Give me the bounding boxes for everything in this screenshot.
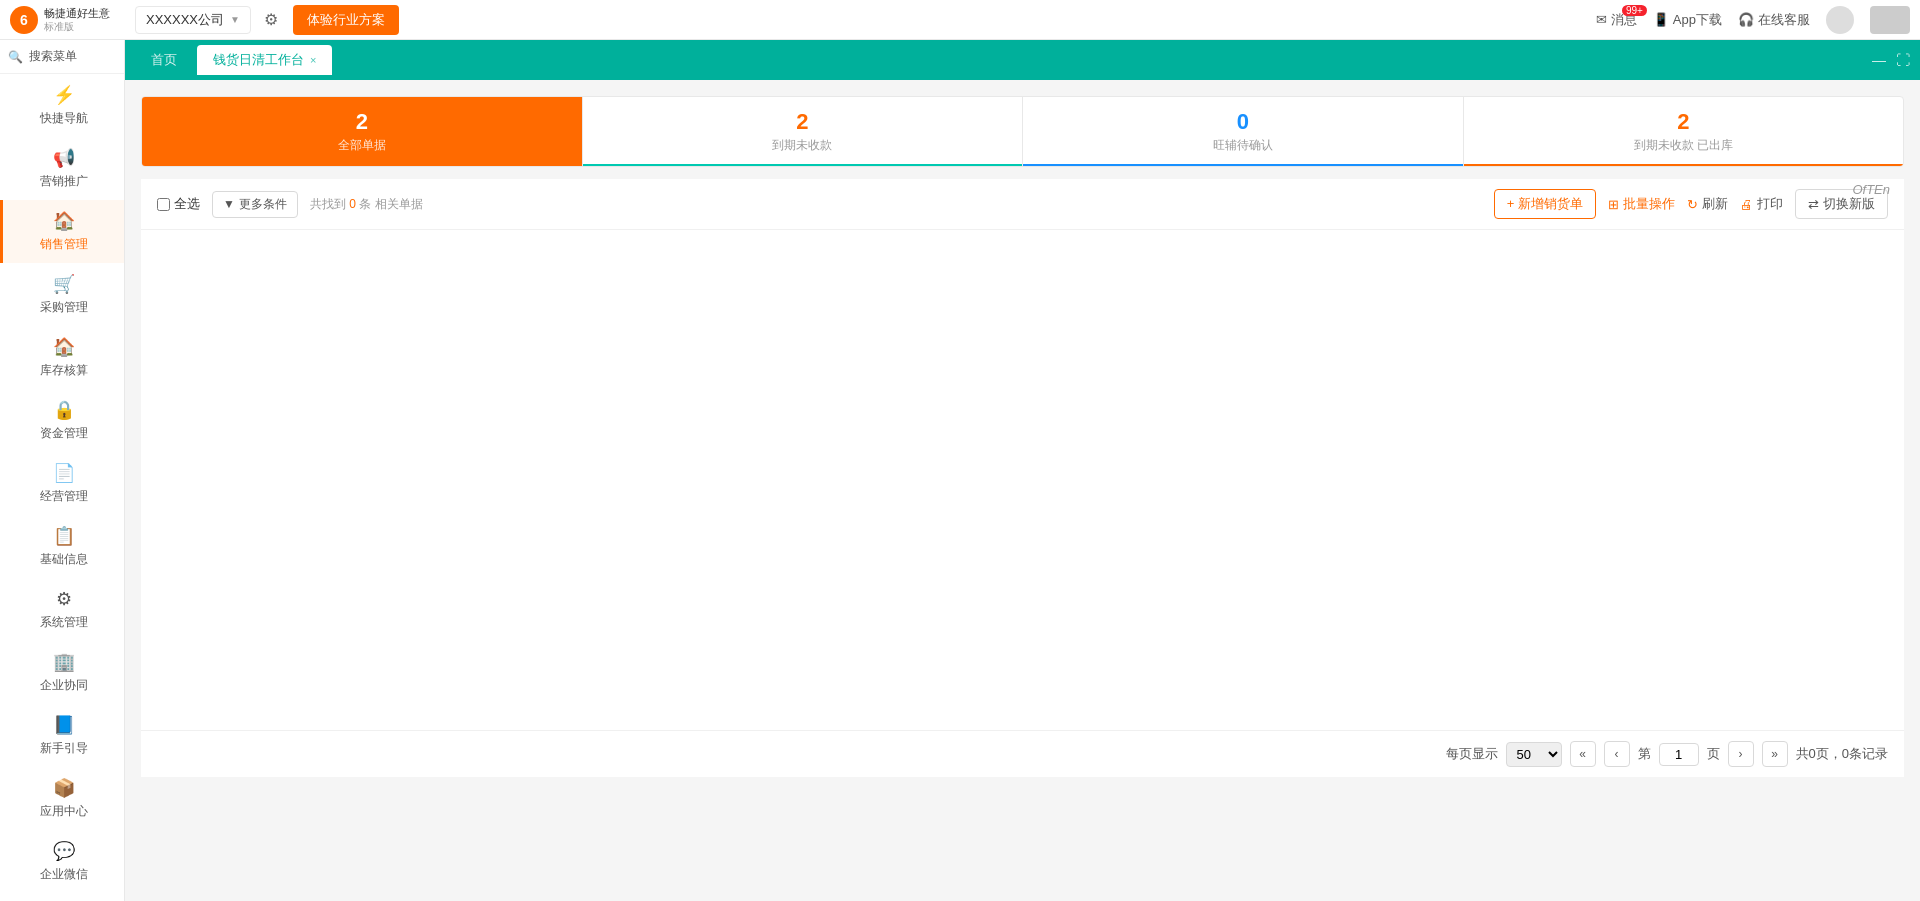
first-page-btn[interactable]: « xyxy=(1570,741,1596,767)
sidebar-item-app-center[interactable]: 📦 应用中心 xyxy=(0,767,124,830)
stat-tab-shipped[interactable]: 2 到期未收款 已出库 xyxy=(1464,97,1904,166)
company-name: XXXXXX公司 xyxy=(146,11,224,29)
sidebar-item-enterprise[interactable]: 🏢 企业协同 xyxy=(0,641,124,704)
total-info: 共0页，0条记录 xyxy=(1796,745,1888,763)
often-watermark: OfTEn xyxy=(1852,182,1890,197)
trial-button[interactable]: 体验行业方案 xyxy=(293,5,399,35)
last-page-btn[interactable]: » xyxy=(1762,741,1788,767)
page-label-suffix: 页 xyxy=(1707,745,1720,763)
download-icon: 📱 xyxy=(1653,12,1669,27)
page-number-input[interactable] xyxy=(1659,743,1699,766)
sidebar-item-inventory[interactable]: 🏠 库存核算 xyxy=(0,326,124,389)
checkbox-input[interactable] xyxy=(157,198,170,211)
avatar[interactable] xyxy=(1826,6,1854,34)
refresh-button[interactable]: ↻ 刷新 xyxy=(1687,195,1728,213)
refresh-icon: ↻ xyxy=(1687,197,1698,212)
toolbar-right: + 新增销货单 ⊞ 批量操作 ↻ 刷新 🖨 打印 ⇄ 切换新版 xyxy=(1494,189,1888,219)
avatar2[interactable] xyxy=(1870,6,1910,34)
stat-tab-overdue[interactable]: 2 到期未收款 xyxy=(583,97,1024,166)
company-selector[interactable]: XXXXXX公司 ▼ xyxy=(135,6,251,34)
print-button[interactable]: 🖨 打印 xyxy=(1740,195,1783,213)
tab-workbench[interactable]: 钱货日清工作台 × xyxy=(197,45,332,75)
tab-nav: 首页 钱货日清工作台 × — ⛶ xyxy=(125,40,1920,80)
sidebar-item-wechat[interactable]: 💬 企业微信 xyxy=(0,830,124,893)
system-icon: ⚙ xyxy=(56,588,72,610)
message-icon: ✉ xyxy=(1596,12,1607,27)
stat-tab-pending[interactable]: 0 旺辅待确认 xyxy=(1023,97,1464,166)
sidebar-item-member[interactable]: ▽ 畅会员 xyxy=(0,893,124,901)
message-btn[interactable]: ✉ 消息 99+ xyxy=(1596,11,1637,29)
print-icon: 🖨 xyxy=(1740,197,1753,212)
enterprise-icon: 🏢 xyxy=(53,651,75,673)
main-content: 首页 钱货日清工作台 × — ⛶ 2 全部单据 2 到期未收款 0 旺辅待确认 xyxy=(125,40,1920,901)
chevron-down-icon: ▼ xyxy=(230,14,240,25)
sales-icon: 🏠 xyxy=(53,210,75,232)
sidebar-item-operations[interactable]: 📄 经营管理 xyxy=(0,452,124,515)
wechat-icon: 💬 xyxy=(53,840,75,862)
lightning-icon: ⚡ xyxy=(53,84,75,106)
search-menu-item[interactable]: 🔍 搜索菜单 xyxy=(0,40,124,74)
page-size-label: 每页显示 xyxy=(1446,745,1498,763)
app-center-icon: 📦 xyxy=(53,777,75,799)
content-area: 2 全部单据 2 到期未收款 0 旺辅待确认 2 到期未收款 已出库 xyxy=(125,80,1920,901)
tab-nav-actions: — ⛶ xyxy=(1872,52,1910,68)
pagination: 每页显示 50 100 200 « ‹ 第 页 › » 共0页，0条记录 xyxy=(141,730,1904,777)
purchase-icon: 🛒 xyxy=(53,273,75,295)
sidebar-item-purchase[interactable]: 🛒 采购管理 xyxy=(0,263,124,326)
finance-icon: 🔒 xyxy=(53,399,75,421)
prev-page-btn[interactable]: ‹ xyxy=(1604,741,1630,767)
minimize-icon[interactable]: — xyxy=(1872,52,1886,68)
select-all-checkbox[interactable]: 全选 xyxy=(157,195,200,213)
marketing-icon: 📢 xyxy=(53,147,75,169)
toolbar: 全选 ▼ 更多条件 共找到 0 条 相关单据 + 新增销货单 ⊞ 批量操作 ↻ xyxy=(141,179,1904,230)
maximize-icon[interactable]: ⛶ xyxy=(1896,52,1910,68)
table-area xyxy=(141,230,1904,730)
close-tab-icon[interactable]: × xyxy=(310,54,316,66)
count-info: 共找到 0 条 相关单据 xyxy=(310,196,423,213)
new-sale-button[interactable]: + 新增销货单 xyxy=(1494,189,1596,219)
sidebar: 🔍 搜索菜单 ⚡ 快捷导航 📢 营销推广 🏠 销售管理 🛒 采购管理 🏠 库存核… xyxy=(0,40,125,901)
search-icon: 🔍 xyxy=(8,50,23,64)
batch-ops-button[interactable]: ⊞ 批量操作 xyxy=(1608,195,1675,213)
sidebar-item-system[interactable]: ⚙ 系统管理 xyxy=(0,578,124,641)
app-download-btn[interactable]: 📱 App下载 xyxy=(1653,11,1722,29)
next-page-btn[interactable]: › xyxy=(1728,741,1754,767)
stat-tab-all[interactable]: 2 全部单据 xyxy=(142,97,583,166)
stats-tabs: 2 全部单据 2 到期未收款 0 旺辅待确认 2 到期未收款 已出库 xyxy=(141,96,1904,167)
header-right: ✉ 消息 99+ 📱 App下载 🎧 在线客服 xyxy=(1596,6,1910,34)
guide-icon: 📘 xyxy=(53,714,75,736)
settings-icon[interactable]: ⚙ xyxy=(257,6,285,34)
sidebar-item-finance[interactable]: 🔒 资金管理 xyxy=(0,389,124,452)
logo-area: 6 畅捷通好生意 标准版 xyxy=(10,6,135,34)
online-service-btn[interactable]: 🎧 在线客服 xyxy=(1738,11,1810,29)
logo-text: 畅捷通好生意 标准版 xyxy=(44,6,110,33)
service-icon: 🎧 xyxy=(1738,12,1754,27)
top-header: 6 畅捷通好生意 标准版 XXXXXX公司 ▼ ⚙ 体验行业方案 ✉ 消息 99… xyxy=(0,0,1920,40)
basic-info-icon: 📋 xyxy=(53,525,75,547)
sidebar-item-marketing[interactable]: 📢 营销推广 xyxy=(0,137,124,200)
sidebar-item-sales[interactable]: 🏠 销售管理 xyxy=(0,200,124,263)
batch-icon: ⊞ xyxy=(1608,197,1619,212)
sidebar-item-basic-info[interactable]: 📋 基础信息 xyxy=(0,515,124,578)
operations-icon: 📄 xyxy=(53,462,75,484)
tab-home[interactable]: 首页 xyxy=(135,45,193,75)
message-badge: 99+ xyxy=(1622,5,1647,16)
switch-icon: ⇄ xyxy=(1808,197,1819,212)
count-value: 0 xyxy=(349,197,356,211)
sidebar-item-guide[interactable]: 📘 新手引导 xyxy=(0,704,124,767)
filter-button[interactable]: ▼ 更多条件 xyxy=(212,191,298,218)
sidebar-item-quick-nav[interactable]: ⚡ 快捷导航 xyxy=(0,74,124,137)
inventory-icon: 🏠 xyxy=(53,336,75,358)
page-size-select[interactable]: 50 100 200 xyxy=(1506,742,1562,767)
page-label: 第 xyxy=(1638,745,1651,763)
filter-icon: ▼ xyxy=(223,197,235,211)
logo-icon: 6 xyxy=(10,6,38,34)
